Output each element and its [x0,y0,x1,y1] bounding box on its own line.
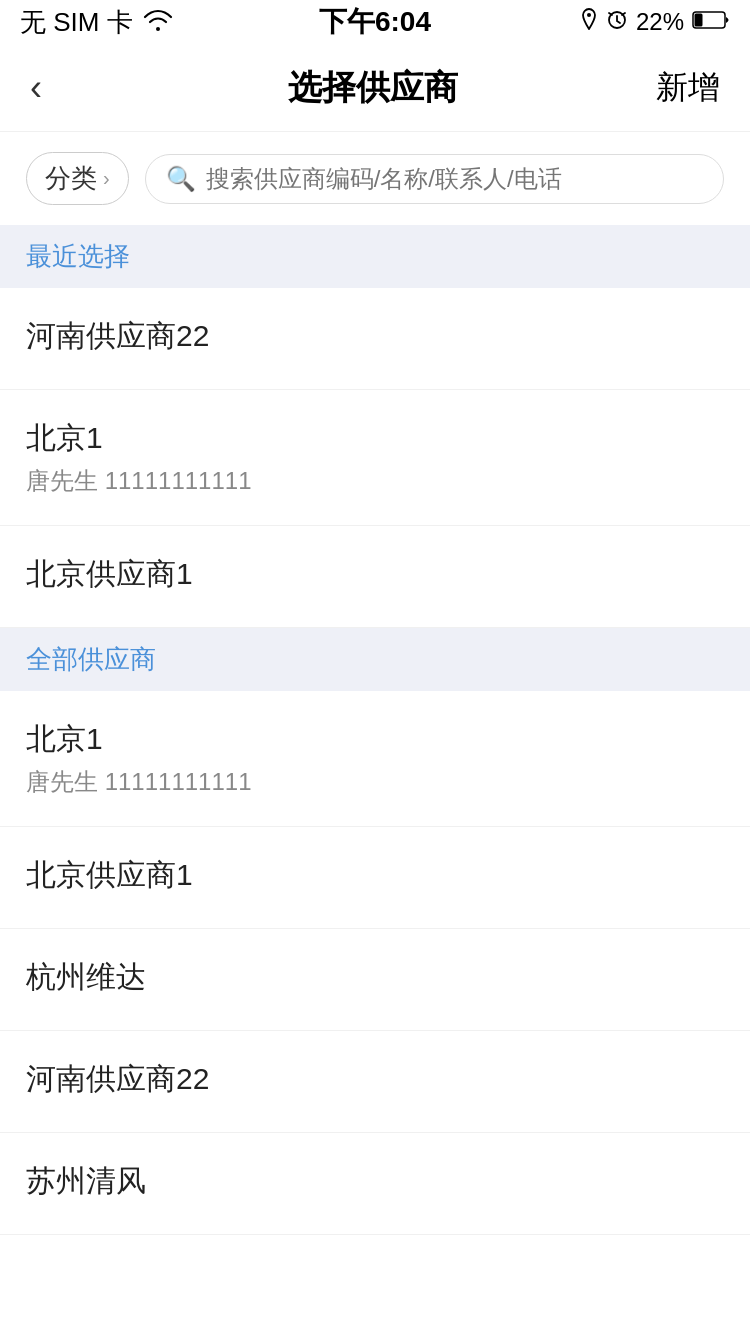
battery-percent: 22% [636,8,684,36]
list-item[interactable]: 北京供应商1 [0,526,750,628]
carrier-text: 无 SIM 卡 [20,5,133,40]
status-left: 无 SIM 卡 [20,5,173,40]
item-name: 北京1 [26,719,724,760]
svg-rect-3 [695,14,703,27]
all-section-header: 全部供应商 [0,628,750,691]
list-item[interactable]: 河南供应商22 [0,288,750,390]
alarm-icon [606,8,628,36]
wifi-icon [143,7,173,38]
search-input[interactable] [206,165,703,193]
location-icon [580,8,598,36]
recent-section-header: 最近选择 [0,225,750,288]
nav-bar: ‹ 选择供应商 新增 [0,44,750,132]
status-time: 下午6:04 [319,3,431,41]
svg-point-0 [587,13,591,17]
item-name: 河南供应商22 [26,1059,724,1100]
search-box: 🔍 [145,154,724,204]
recent-list: 河南供应商22 北京1 唐先生 11111111111 北京供应商1 [0,288,750,628]
item-name: 苏州清风 [26,1161,724,1202]
list-item[interactable]: 河南供应商22 [0,1031,750,1133]
list-item[interactable]: 北京1 唐先生 11111111111 [0,691,750,827]
status-right: 22% [580,8,730,36]
item-sub: 唐先生 11111111111 [26,766,724,798]
item-sub: 唐先生 11111111111 [26,465,724,497]
chevron-right-icon: › [103,167,110,190]
add-button[interactable]: 新增 [656,66,720,110]
item-name: 北京供应商1 [26,855,724,896]
list-item[interactable]: 苏州清风 [0,1133,750,1235]
item-name: 杭州维达 [26,957,724,998]
back-button[interactable]: ‹ [30,67,90,109]
all-list: 北京1 唐先生 11111111111 北京供应商1 杭州维达河南供应商22 苏州清风 [0,691,750,1235]
battery-icon [692,8,730,36]
category-label: 分类 [45,161,97,196]
item-name: 北京1 [26,418,724,459]
list-item[interactable]: 杭州维达 [0,929,750,1031]
page-title: 选择供应商 [288,65,458,111]
recent-section-label: 最近选择 [26,241,130,271]
item-name: 河南供应商22 [26,316,724,357]
list-item[interactable]: 北京供应商1 [0,827,750,929]
item-name: 北京供应商1 [26,554,724,595]
filter-bar: 分类 › 🔍 [0,132,750,225]
list-item[interactable]: 北京1 唐先生 11111111111 [0,390,750,526]
category-filter-button[interactable]: 分类 › [26,152,129,205]
all-section-label: 全部供应商 [26,644,156,674]
search-icon: 🔍 [166,165,196,193]
status-bar: 无 SIM 卡 下午6:04 22% [0,0,750,44]
